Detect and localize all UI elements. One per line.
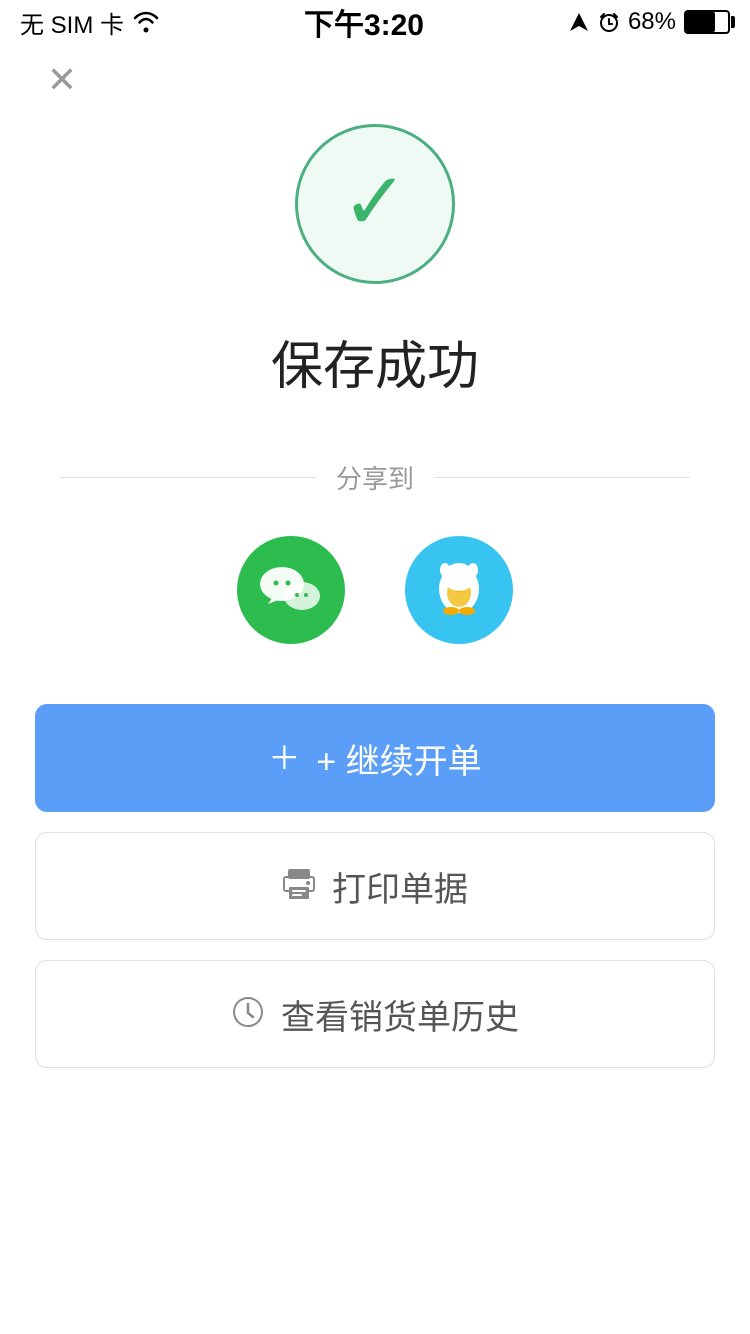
print-button[interactable]: 打印单据 xyxy=(35,832,715,940)
plus-icon: ＋ xyxy=(268,742,300,774)
checkmark-icon: ✓ xyxy=(341,162,408,242)
share-icons xyxy=(237,536,513,644)
continue-button[interactable]: ＋ + 继续开单 xyxy=(35,704,715,812)
status-left: 无 SIM 卡 xyxy=(20,5,160,40)
share-section: 分享到 xyxy=(0,459,750,644)
wechat-share-button[interactable] xyxy=(237,536,345,644)
share-divider: 分享到 xyxy=(0,459,750,496)
no-sim-text: 无 SIM 卡 xyxy=(20,5,124,40)
location-icon xyxy=(568,11,590,33)
continue-label: + 继续开单 xyxy=(316,734,481,783)
status-right: 68% xyxy=(568,8,730,36)
print-label: 打印单据 xyxy=(332,862,468,911)
wechat-icon xyxy=(258,562,324,618)
status-time: 下午3:20 xyxy=(304,0,424,44)
action-buttons: ＋ + 继续开单 打印单据 xyxy=(35,704,715,1068)
history-button[interactable]: 查看销货单历史 xyxy=(35,960,715,1068)
status-bar: 无 SIM 卡 下午3:20 68% xyxy=(0,0,750,44)
main-content: ✓ 保存成功 分享到 xyxy=(0,44,750,1068)
divider-line-right xyxy=(434,477,690,478)
divider-line-left xyxy=(60,477,316,478)
success-title: 保存成功 xyxy=(271,324,479,399)
wifi-icon xyxy=(132,11,160,33)
battery-percent: 68% xyxy=(628,8,676,36)
history-icon xyxy=(231,995,265,1034)
close-button[interactable]: ✕ xyxy=(36,54,88,106)
battery-icon xyxy=(684,10,730,34)
share-label: 分享到 xyxy=(336,459,414,496)
alarm-icon xyxy=(598,11,620,33)
close-icon: ✕ xyxy=(47,62,77,98)
history-label: 查看销货单历史 xyxy=(281,990,519,1039)
printer-icon xyxy=(282,869,316,904)
qq-icon xyxy=(431,559,487,621)
success-circle: ✓ xyxy=(295,124,455,284)
battery-fill xyxy=(686,12,715,32)
qq-share-button[interactable] xyxy=(405,536,513,644)
